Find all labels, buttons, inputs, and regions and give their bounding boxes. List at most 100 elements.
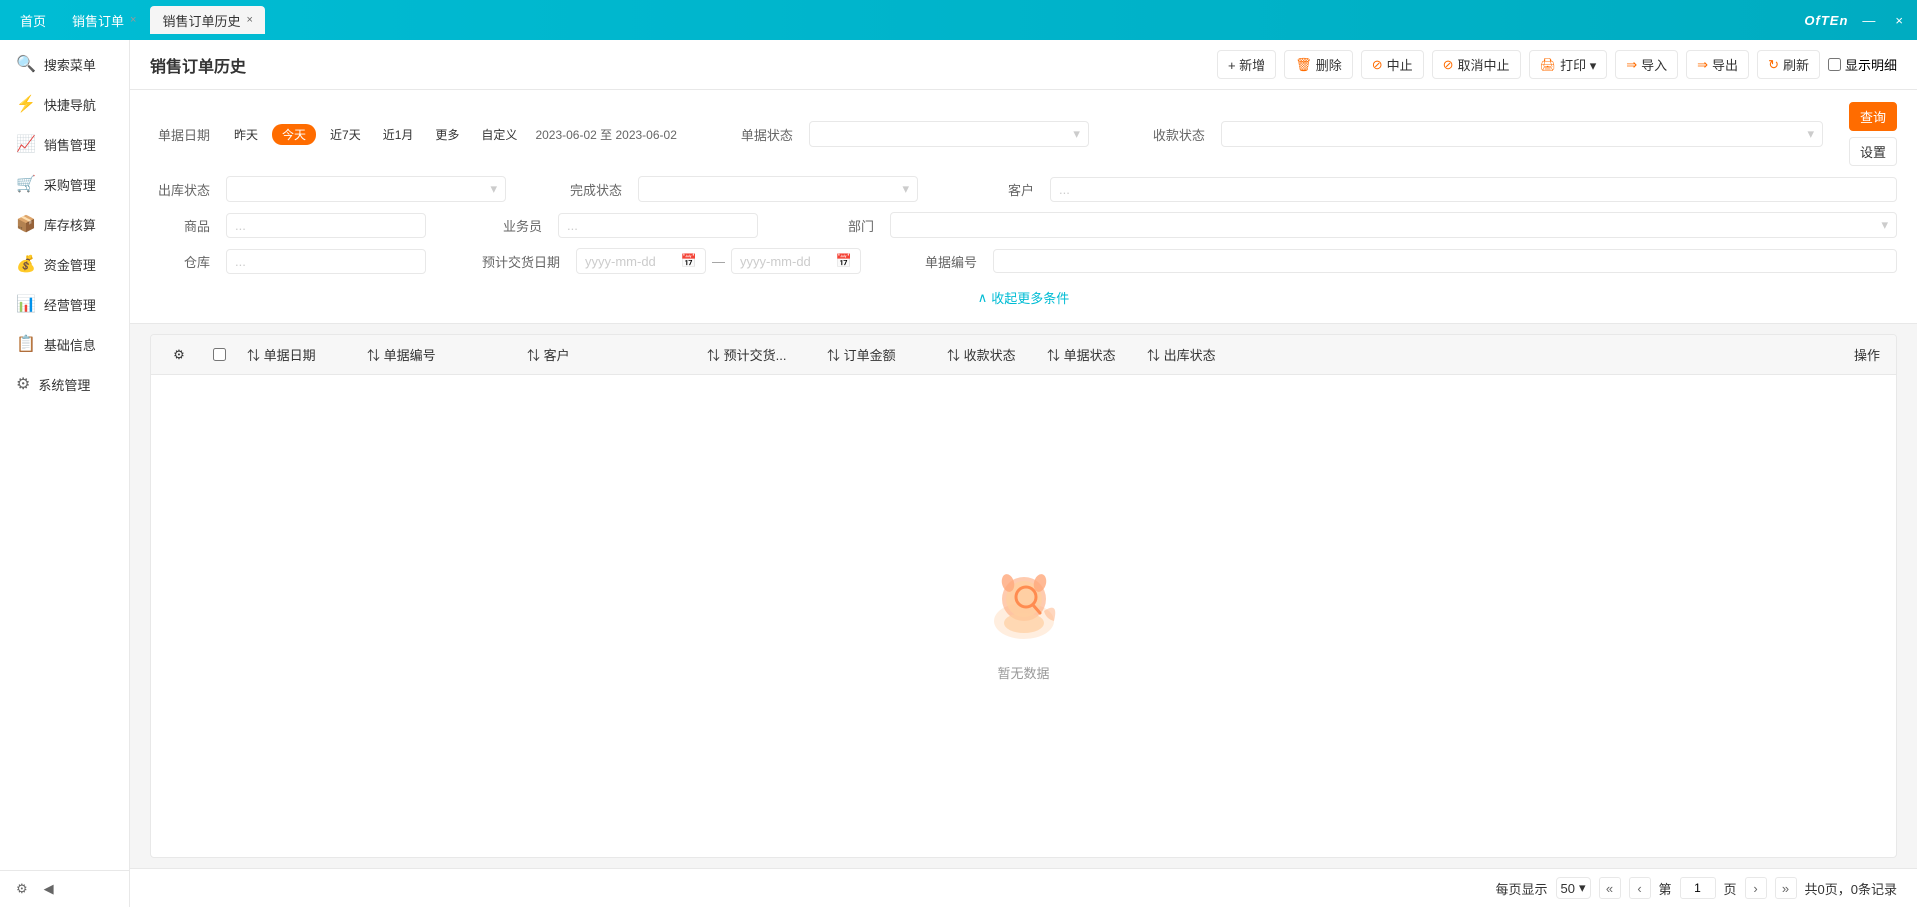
page-input[interactable] — [1680, 877, 1716, 899]
calendar-start-icon[interactable]: 📅 — [681, 253, 697, 269]
th-delivery[interactable]: ⇅ 预计交货... — [699, 345, 819, 364]
order-no-input[interactable] — [993, 249, 1897, 273]
calendar-end-icon[interactable]: 📅 — [836, 253, 852, 269]
warehouse-input[interactable]: ... — [226, 249, 426, 274]
th-order-no-label: ⇅ 单据编号 — [367, 345, 436, 364]
th-amount[interactable]: ⇅ 订单金额 — [819, 345, 939, 364]
date-btn-custom[interactable]: 自定义 — [473, 124, 525, 145]
first-page-btn[interactable]: « — [1599, 877, 1621, 899]
empty-icon — [974, 551, 1074, 651]
tab-sales-order[interactable]: 销售订单 × — [60, 6, 148, 34]
th-checkbox[interactable] — [199, 348, 239, 361]
th-order-status[interactable]: ⇅ 单据状态 — [1039, 345, 1139, 364]
th-date[interactable]: ⇅ 单据日期 — [239, 345, 359, 364]
salesperson-input[interactable]: ... — [558, 213, 758, 238]
th-action: 操作 — [1239, 345, 1888, 364]
query-button[interactable]: 查询 — [1849, 102, 1897, 131]
tab-sales-order-history-close[interactable]: × — [246, 14, 252, 26]
purchase-mgmt-icon: 🛒 — [16, 174, 36, 194]
prev-page-btn[interactable]: ‹ — [1629, 877, 1651, 899]
page-size-select[interactable]: 50 ▾ — [1556, 877, 1591, 899]
sidebar-item-operations-label: 经营管理 — [44, 295, 96, 314]
delete-icon: 🗑 — [1295, 57, 1312, 73]
complete-status-arrow: ▾ — [902, 181, 909, 197]
date-btn-7days[interactable]: 近7天 — [322, 124, 369, 145]
settings-col-icon: ⚙ — [173, 347, 185, 363]
stop-icon: ⊘ — [1372, 57, 1383, 73]
new-button-label: + 新增 — [1228, 55, 1265, 74]
filter-row-1: 单据日期 昨天 今天 近7天 近1月 更多 自定义 2023-06-02 至 2… — [150, 102, 1897, 166]
stop-button[interactable]: ⊘ 中止 — [1361, 50, 1424, 79]
tab-sales-order-history[interactable]: 销售订单历史 × — [150, 6, 264, 34]
query-button-label: 查询 — [1860, 107, 1886, 126]
settings-filter-button[interactable]: 设置 — [1849, 137, 1897, 166]
th-payment[interactable]: ⇅ 收款状态 — [939, 345, 1039, 364]
print-icon: 🖨 — [1540, 57, 1557, 73]
refresh-button[interactable]: ↻ 刷新 — [1757, 50, 1820, 79]
order-status-select[interactable]: ▾ — [809, 121, 1089, 147]
sidebar-item-purchase-mgmt-label: 采购管理 — [44, 175, 96, 194]
sidebar-settings-icon[interactable]: ⚙ — [16, 881, 28, 897]
filter-row-3: 商品 ... 业务员 ... 部门 ▾ — [150, 212, 1897, 238]
sidebar-item-quick-nav-label: 快捷导航 — [44, 95, 96, 114]
export-button[interactable]: ⇒ 导出 — [1686, 50, 1749, 79]
display-detail-checkbox-label[interactable]: 显示明细 — [1828, 55, 1897, 74]
th-payment-label: ⇅ 收款状态 — [947, 345, 1016, 364]
date-btn-more[interactable]: 更多 — [427, 124, 467, 145]
delivery-date-end[interactable]: yyyy-mm-dd 📅 — [731, 248, 861, 274]
print-button[interactable]: 🖨 打印 ▾ — [1529, 50, 1608, 79]
select-all-checkbox[interactable] — [213, 348, 226, 361]
product-input[interactable]: ... — [226, 213, 426, 238]
th-settings[interactable]: ⚙ — [159, 347, 199, 363]
out-status-select[interactable]: ▾ — [226, 176, 506, 202]
sidebar-item-sales-mgmt[interactable]: 📈 销售管理 — [0, 124, 129, 164]
sidebar-item-operations[interactable]: 📊 经营管理 — [0, 284, 129, 324]
date-range-separator: — — [712, 254, 725, 269]
main-layout: 🔍 搜索菜单 ⚡ 快捷导航 📈 销售管理 🛒 采购管理 📦 库存核算 💰 资金管… — [0, 40, 1917, 907]
th-out-status[interactable]: ⇅ 出库状态 — [1139, 345, 1239, 364]
sidebar-item-system-label: 系统管理 — [38, 375, 90, 394]
customer-input[interactable]: ... — [1050, 177, 1897, 202]
filter-area: 单据日期 昨天 今天 近7天 近1月 更多 自定义 2023-06-02 至 2… — [130, 90, 1917, 324]
dept-select[interactable]: ▾ — [890, 212, 1897, 238]
delivery-date-group: yyyy-mm-dd 📅 — yyyy-mm-dd 📅 — [576, 248, 861, 274]
sidebar-item-finance[interactable]: 💰 资金管理 — [0, 244, 129, 284]
import-icon: ⇒ — [1626, 57, 1637, 73]
payment-status-select[interactable]: ▾ — [1221, 121, 1823, 147]
tab-sales-order-close[interactable]: × — [130, 14, 136, 26]
warehouse-label: 仓库 — [150, 252, 210, 271]
th-customer[interactable]: ⇅ 客户 — [519, 345, 699, 364]
delivery-date-start[interactable]: yyyy-mm-dd 📅 — [576, 248, 706, 274]
new-button[interactable]: + 新增 — [1217, 50, 1276, 79]
sidebar-item-search-menu[interactable]: 🔍 搜索菜单 — [0, 44, 129, 84]
sidebar-item-base-info[interactable]: 📋 基础信息 — [0, 324, 129, 364]
system-icon: ⚙ — [16, 374, 30, 394]
sidebar-item-purchase-mgmt[interactable]: 🛒 采购管理 — [0, 164, 129, 204]
th-action-label: 操作 — [1854, 345, 1880, 364]
minimize-btn[interactable]: — — [1856, 13, 1881, 28]
delete-button[interactable]: 🗑 删除 — [1284, 50, 1353, 79]
th-order-no[interactable]: ⇅ 单据编号 — [359, 345, 519, 364]
sidebar-item-quick-nav[interactable]: ⚡ 快捷导航 — [0, 84, 129, 124]
sidebar-item-inventory[interactable]: 📦 库存核算 — [0, 204, 129, 244]
last-page-btn[interactable]: » — [1775, 877, 1797, 899]
tab-home[interactable]: 首页 — [8, 6, 58, 34]
complete-status-select[interactable]: ▾ — [638, 176, 918, 202]
import-button[interactable]: ⇒ 导入 — [1615, 50, 1678, 79]
last-page-icon: » — [1782, 881, 1789, 896]
cancel-stop-button[interactable]: ⊘ 取消中止 — [1432, 50, 1521, 79]
sidebar-item-system[interactable]: ⚙ 系统管理 — [0, 364, 129, 404]
date-btn-today[interactable]: 今天 — [272, 124, 316, 145]
tab-home-label: 首页 — [20, 11, 46, 30]
quick-nav-icon: ⚡ — [16, 94, 36, 114]
sidebar-item-finance-label: 资金管理 — [44, 255, 96, 274]
payment-status-arrow: ▾ — [1807, 126, 1814, 142]
sidebar-collapse-icon[interactable]: ◀ — [44, 881, 54, 897]
date-btn-1month[interactable]: 近1月 — [375, 124, 422, 145]
next-page-btn[interactable]: › — [1745, 877, 1767, 899]
display-detail-checkbox[interactable] — [1828, 58, 1841, 71]
salesperson-placeholder: ... — [567, 218, 578, 233]
collapse-row[interactable]: ∧ 收起更多条件 — [150, 284, 1897, 311]
date-btn-yesterday[interactable]: 昨天 — [226, 124, 266, 145]
close-btn[interactable]: × — [1889, 13, 1909, 28]
